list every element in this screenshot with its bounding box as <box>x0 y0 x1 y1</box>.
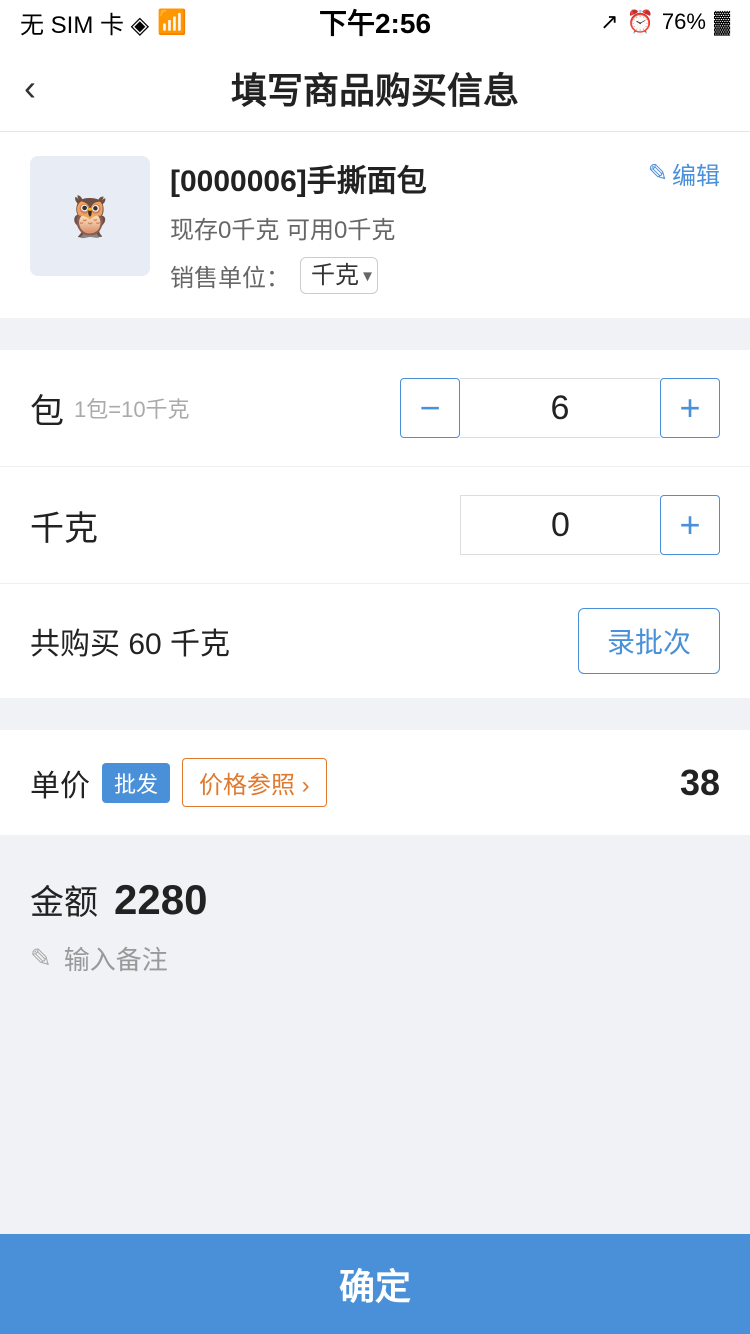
bag-quantity-input[interactable] <box>460 378 660 438</box>
back-button[interactable]: ‹ <box>24 67 36 109</box>
bag-decrement-button[interactable]: − <box>400 378 460 438</box>
sim-label: 无 SIM 卡 ◈ <box>20 5 149 40</box>
unit-select[interactable]: 千克 <box>300 257 378 294</box>
nav-bar: ‹ 填写商品购买信息 <box>0 44 750 132</box>
edit-button[interactable]: ✎ 编辑 <box>648 156 720 191</box>
unit-select-wrapper[interactable]: 千克 <box>300 257 378 294</box>
product-name: [0000006]手撕面包 <box>170 156 427 200</box>
total-row: 共购买 60 千克 录批次 <box>0 584 750 698</box>
product-stock: 现存0千克 可用0千克 <box>170 210 720 245</box>
bag-quantity-row: 包 1包=10千克 − + <box>0 350 750 467</box>
main-content-spacer <box>0 1001 750 1234</box>
edit-label: 编辑 <box>672 156 720 191</box>
kg-quantity-row: 千克 + <box>0 467 750 584</box>
kg-controls: + <box>460 495 720 555</box>
pencil-icon: ✎ <box>30 943 52 974</box>
quantity-section: 包 1包=10千克 − + 千克 + <box>0 350 750 584</box>
batch-button[interactable]: 录批次 <box>578 608 720 674</box>
product-card: 🦉 [0000006]手撕面包 ✎ 编辑 现存0千克 可用0千克 销售单位： 千… <box>0 132 750 318</box>
kg-label: 千克 <box>30 501 98 550</box>
unit-label: 销售单位： <box>170 258 290 293</box>
separator-3 <box>0 835 750 851</box>
amount-row: 金额 2280 <box>30 875 720 940</box>
kg-quantity-input[interactable] <box>460 495 660 555</box>
separator-1 <box>0 334 750 350</box>
status-left: 无 SIM 卡 ◈ 📶 <box>20 5 187 40</box>
separator-2 <box>0 714 750 730</box>
price-tag-badge: 批发 <box>102 763 170 803</box>
wifi-icon: 📶 <box>157 8 187 37</box>
total-label: 共购买 60 千克 <box>30 619 230 663</box>
remark-row[interactable]: ✎ 输入备注 <box>30 940 720 1001</box>
location-icon: ↗ <box>600 9 618 35</box>
kg-increment-button[interactable]: + <box>660 495 720 555</box>
battery-percent: 76% <box>662 9 706 35</box>
amount-label: 金额 <box>30 875 98 924</box>
product-info: [0000006]手撕面包 ✎ 编辑 现存0千克 可用0千克 销售单位： 千克 <box>170 156 720 294</box>
bag-sublabel: 1包=10千克 <box>74 392 190 424</box>
alarm-icon: ⏰ <box>627 9 654 35</box>
edit-icon: ✎ <box>648 159 668 188</box>
product-image: 🦉 <box>30 156 150 276</box>
remark-placeholder: 输入备注 <box>64 940 168 977</box>
status-right: ↗ ⏰ 76% ▓ <box>600 9 730 35</box>
status-bar: 无 SIM 卡 ◈ 📶 下午2:56 ↗ ⏰ 76% ▓ <box>0 0 750 44</box>
bag-controls: − + <box>400 378 720 438</box>
unit-row: 销售单位： 千克 <box>170 257 720 294</box>
bag-label: 包 <box>30 384 64 433</box>
amount-value: 2280 <box>114 876 207 924</box>
price-reference-button[interactable]: 价格参照 › <box>182 758 327 807</box>
bag-increment-button[interactable]: + <box>660 378 720 438</box>
page-title: 填写商品购买信息 <box>231 62 519 114</box>
price-label: 单价 <box>30 761 90 805</box>
status-time: 下午2:56 <box>319 2 431 42</box>
confirm-button[interactable]: 确定 <box>0 1234 750 1334</box>
price-section: 单价 批发 价格参照 › 38 <box>0 730 750 835</box>
price-value: 38 <box>680 762 720 804</box>
amount-section: 金额 2280 ✎ 输入备注 <box>0 851 750 1001</box>
product-logo: 🦉 <box>65 193 115 240</box>
battery-icon: ▓ <box>714 9 730 35</box>
